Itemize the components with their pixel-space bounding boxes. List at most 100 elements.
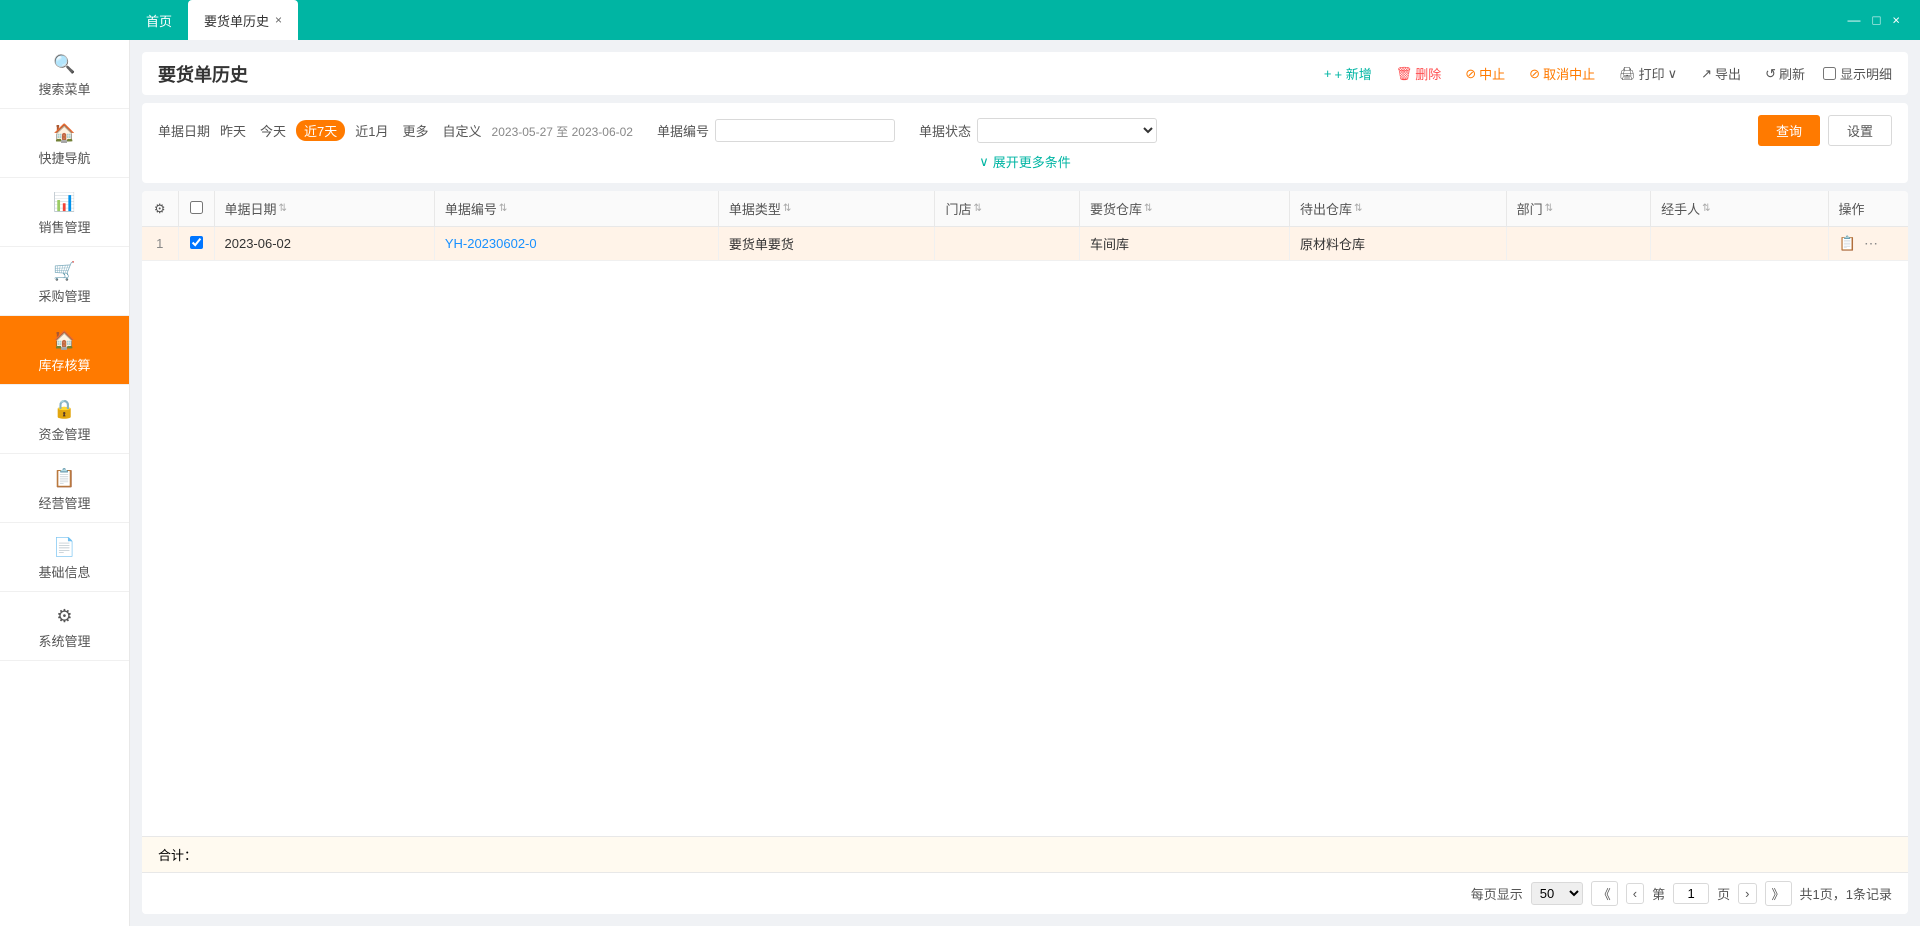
status-select[interactable] (977, 118, 1157, 143)
tab-home[interactable]: 首页 (130, 0, 188, 40)
more-icon[interactable]: ⋯ (1864, 235, 1878, 252)
row-date: 2023-06-02 (214, 227, 434, 261)
inventory-icon: 🏠 (53, 330, 75, 351)
sidebar: 🔍 搜索菜单 🏠 快捷导航 📊 销售管理 🛒 采购管理 🏠 库存核算 🔒 资金管… (0, 40, 130, 926)
docnum-input[interactable] (715, 119, 895, 142)
th-dept[interactable]: 部门⇅ (1506, 191, 1651, 227)
per-page-select[interactable]: 50 10 20 100 (1531, 882, 1583, 905)
export-label: 导出 (1715, 64, 1741, 83)
th-date[interactable]: 单据日期⇅ (214, 191, 434, 227)
tab-bar: 首页 要货单历史 × (130, 0, 298, 40)
toolbar: + + 新增 🗑 删除 ⊘ 中止 ⊘ 取消中止 🖨 打印 (1318, 60, 1892, 87)
next-page-btn[interactable]: › (1738, 883, 1756, 904)
tab-close-icon[interactable]: × (275, 13, 282, 27)
sort-out-wh-icon: ⇅ (1354, 203, 1362, 214)
sidebar-item-shortcut[interactable]: 🏠 快捷导航 (0, 109, 129, 178)
total-info: 共1页，1条记录 (1800, 884, 1892, 903)
show-detail-checkbox[interactable] (1823, 67, 1836, 80)
row-store (935, 227, 1080, 261)
stop-button[interactable]: ⊘ 中止 (1459, 60, 1511, 87)
chevron-down-icon: ∨ (979, 154, 989, 170)
clipboard-icon: 📋 (53, 468, 75, 489)
tab-requisition-history[interactable]: 要货单历史 × (188, 0, 298, 40)
th-store[interactable]: 门店⇅ (935, 191, 1080, 227)
th-handler[interactable]: 经手人⇅ (1651, 191, 1828, 227)
sidebar-item-finance[interactable]: 🔒 资金管理 (0, 385, 129, 454)
th-type[interactable]: 单据类型⇅ (718, 191, 935, 227)
filter-docnum-item: 单据编号 (657, 119, 895, 142)
plus-icon: + (1324, 66, 1332, 81)
row-number[interactable]: YH-20230602-0 (434, 227, 718, 261)
row-dept (1506, 227, 1651, 261)
add-button[interactable]: + + 新增 (1318, 60, 1378, 87)
edit-icon[interactable]: 📋 (1839, 235, 1856, 252)
delete-button[interactable]: 🗑 删除 (1390, 60, 1448, 87)
select-all-checkbox[interactable] (190, 201, 203, 214)
date-opt-custom[interactable]: 自定义 (439, 120, 486, 141)
home-icon: 🏠 (53, 123, 75, 144)
prev-page-btn[interactable]: ‹ (1626, 883, 1644, 904)
op-icons: 📋 ⋯ (1839, 235, 1899, 252)
date-opt-today[interactable]: 今天 (256, 120, 290, 141)
stop-label: 中止 (1479, 64, 1505, 83)
page-num-input[interactable] (1673, 883, 1709, 904)
sidebar-item-operation[interactable]: 📋 经营管理 (0, 454, 129, 523)
print-icon: 🖨 (1619, 66, 1636, 82)
th-settings[interactable]: ⚙ (142, 191, 178, 227)
print-button[interactable]: 🖨 打印 ∨ (1613, 60, 1683, 87)
export-button[interactable]: ↗ 导出 (1695, 60, 1747, 87)
window-close-icon[interactable]: × (1892, 13, 1900, 28)
date-opt-yesterday[interactable]: 昨天 (216, 120, 250, 141)
th-out-warehouse[interactable]: 待出仓库⇅ (1290, 191, 1507, 227)
date-label: 单据日期 (158, 121, 210, 140)
sidebar-item-search[interactable]: 🔍 搜索菜单 (0, 40, 129, 109)
sort-type-icon: ⇅ (783, 203, 791, 214)
delete-label: 删除 (1415, 64, 1441, 83)
refresh-icon: ↺ (1765, 66, 1776, 82)
refresh-label: 刷新 (1779, 64, 1805, 83)
query-button[interactable]: 查询 (1758, 115, 1820, 146)
table-footer: 合计： (142, 836, 1908, 872)
show-detail-wrap: 显示明细 (1823, 64, 1892, 83)
sort-store-icon: ⇅ (973, 203, 981, 214)
sidebar-item-sales[interactable]: 📊 销售管理 (0, 178, 129, 247)
date-opt-1month[interactable]: 近1月 (351, 120, 392, 141)
last-page-btn[interactable]: 》 (1765, 881, 1792, 906)
sidebar-item-system[interactable]: ⚙ 系统管理 (0, 592, 129, 661)
sort-handler-icon: ⇅ (1702, 203, 1710, 214)
docnum-label: 单据编号 (657, 121, 709, 140)
table-body: 1 2023-06-02 YH-20230602-0 要货单要货 车间库 (142, 227, 1908, 261)
window-maximize-icon[interactable]: □ (1873, 13, 1881, 28)
cancel-stop-button[interactable]: ⊘ 取消中止 (1523, 60, 1601, 87)
date-opt-more[interactable]: 更多 (399, 120, 433, 141)
sidebar-baseinfo-label: 基础信息 (38, 562, 90, 581)
search-icon: 🔍 (53, 54, 75, 75)
row-checkbox (178, 227, 214, 261)
doc-icon: 📄 (53, 537, 75, 558)
th-checkbox (178, 191, 214, 227)
setting-button[interactable]: 设置 (1828, 115, 1892, 146)
th-req-warehouse[interactable]: 要货仓库⇅ (1080, 191, 1290, 227)
date-opt-7days[interactable]: 近7天 (296, 120, 345, 141)
sidebar-item-inventory[interactable]: 🏠 库存核算 (0, 316, 129, 385)
filter-status-item: 单据状态 (919, 118, 1157, 143)
sidebar-item-purchase[interactable]: 🛒 采购管理 (0, 247, 129, 316)
top-bar-right: — □ × (1848, 13, 1900, 28)
row-handler (1651, 227, 1828, 261)
doc-number-link[interactable]: YH-20230602-0 (445, 236, 537, 251)
sidebar-operation-label: 经营管理 (38, 493, 90, 512)
sort-dept-icon: ⇅ (1545, 203, 1553, 214)
row-req-warehouse: 车间库 (1080, 227, 1290, 261)
row-select-checkbox[interactable] (190, 236, 203, 249)
top-bar: 首页 要货单历史 × — □ × (0, 0, 1920, 40)
refresh-button[interactable]: ↺ 刷新 (1759, 60, 1811, 87)
table-row[interactable]: 1 2023-06-02 YH-20230602-0 要货单要货 车间库 (142, 227, 1908, 261)
chart-icon: 📊 (53, 192, 75, 213)
window-minimize-icon[interactable]: — (1848, 13, 1861, 28)
expand-label: 展开更多条件 (993, 152, 1071, 171)
stop-icon: ⊘ (1465, 66, 1476, 82)
th-number[interactable]: 单据编号⇅ (434, 191, 718, 227)
sidebar-item-base-info[interactable]: 📄 基础信息 (0, 523, 129, 592)
expand-more[interactable]: ∨ 展开更多条件 (158, 146, 1892, 171)
first-page-btn[interactable]: 《 (1591, 881, 1618, 906)
